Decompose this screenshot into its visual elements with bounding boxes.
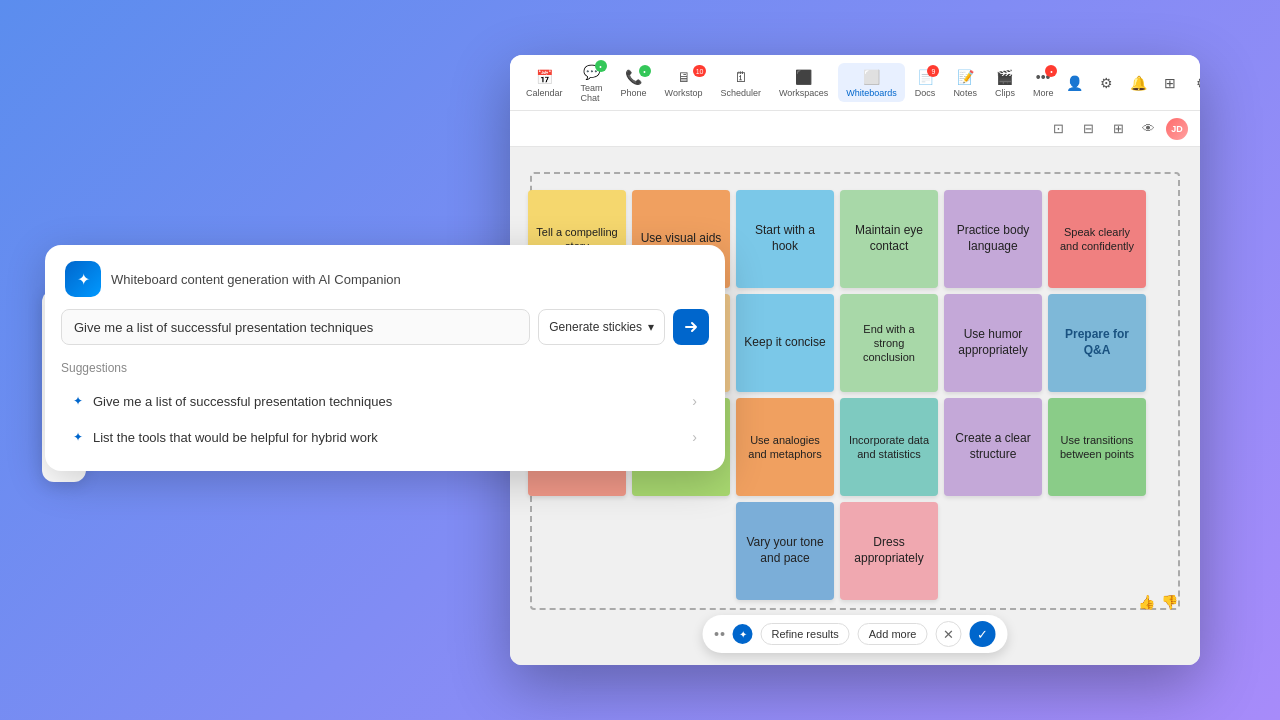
bell-icon[interactable]: 🔔 — [1125, 70, 1151, 96]
suggestion-text-2: List the tools that would be helpful for… — [93, 430, 682, 445]
sticky-vary-tone[interactable]: Vary your tone and pace — [736, 502, 834, 600]
whiteboards-icon: ⬜ — [862, 67, 882, 87]
search-icon[interactable]: 👤 — [1061, 70, 1087, 96]
sticky-transitions[interactable]: Use transitions between points — [1048, 398, 1146, 496]
sticky-use-humor[interactable]: Use humor appropriately — [944, 294, 1042, 392]
nav-right: 👤 ⚙ 🔔 ⊞ ⚙ JD Share — [1061, 70, 1200, 96]
suggestions-label: Suggestions — [61, 361, 709, 375]
settings-icon[interactable]: ⚙ — [1093, 70, 1119, 96]
nav-label-workshop: Workstop — [665, 88, 703, 98]
nav-label-docs: Docs — [915, 88, 936, 98]
ai-input-row: Generate stickies ▾ — [45, 309, 725, 357]
team-chat-badge: • — [595, 60, 607, 72]
nav-item-clips[interactable]: 🎬 Clips — [987, 63, 1023, 102]
toolbar-frame-icon[interactable]: ⊡ — [1046, 117, 1070, 141]
phone-badge: • — [639, 65, 651, 77]
ai-dropdown-label: Generate stickies — [549, 320, 642, 334]
scheduler-icon: 🗓 — [731, 67, 751, 87]
toolbar-eye-icon[interactable]: 👁 — [1136, 117, 1160, 141]
nav-item-notes[interactable]: 📝 Notes — [945, 63, 985, 102]
suggestion-ai-icon-2: ✦ — [73, 430, 83, 444]
suggestion-arrow-2: › — [692, 429, 697, 445]
suggestion-item-2[interactable]: ✦ List the tools that would be helpful f… — [61, 419, 709, 455]
ai-panel-header: ✦ Whiteboard content generation with AI … — [45, 245, 725, 309]
thumbs-down-icon[interactable]: 👎 — [1161, 594, 1178, 610]
feedback-icons: 👍 👎 — [1138, 594, 1178, 610]
toolbar-split-icon[interactable]: ⊟ — [1076, 117, 1100, 141]
sticky-body-language[interactable]: Practice body language — [944, 190, 1042, 288]
dot-2 — [721, 632, 725, 636]
nav-label-workspaces: Workspaces — [779, 88, 828, 98]
nav-label-whiteboards: Whiteboards — [846, 88, 897, 98]
ai-companion-panel: ✦ Whiteboard content generation with AI … — [45, 245, 725, 471]
add-more-button[interactable]: Add more — [858, 623, 928, 645]
gear-icon[interactable]: ⚙ — [1189, 70, 1200, 96]
sticky-start-hook[interactable]: Start with a hook — [736, 190, 834, 288]
sticky-data-statistics[interactable]: Incorporate data and statistics — [840, 398, 938, 496]
sticky-eye-contact[interactable]: Maintain eye contact — [840, 190, 938, 288]
sticky-strong-conclusion[interactable]: End with a strong conclusion — [840, 294, 938, 392]
suggestion-text-1: Give me a list of successful presentatio… — [93, 394, 682, 409]
notes-icon: 📝 — [955, 67, 975, 87]
toolbar-avatar: JD — [1166, 118, 1188, 140]
sticky-keep-concise[interactable]: Keep it concise — [736, 294, 834, 392]
toolbar-grid-icon[interactable]: ⊞ — [1106, 117, 1130, 141]
chevron-down-icon: ▾ — [648, 320, 654, 334]
ai-text-input[interactable] — [61, 309, 530, 345]
confirm-button[interactable]: ✓ — [969, 621, 995, 647]
nav-label-scheduler: Scheduler — [720, 88, 761, 98]
nav-item-scheduler[interactable]: 🗓 Scheduler — [712, 63, 769, 102]
empty-cell-1 — [528, 502, 626, 600]
nav-item-workspaces[interactable]: ⬛ Workspaces — [771, 63, 836, 102]
cancel-button[interactable]: ✕ — [935, 621, 961, 647]
sticky-clear-structure[interactable]: Create a clear structure — [944, 398, 1042, 496]
empty-cell-2 — [632, 502, 730, 600]
nav-label-notes: Notes — [953, 88, 977, 98]
workspaces-icon: ⬛ — [794, 67, 814, 87]
workshop-badge: 10 — [693, 65, 707, 77]
calendar-icon: 📅 — [534, 67, 554, 87]
grid-icon[interactable]: ⊞ — [1157, 70, 1183, 96]
nav-item-calendar[interactable]: 📅 Calendar — [518, 63, 571, 102]
refine-button[interactable]: Refine results — [761, 623, 850, 645]
clips-icon: 🎬 — [995, 67, 1015, 87]
suggestion-ai-icon-1: ✦ — [73, 394, 83, 408]
sticky-dress[interactable]: Dress appropriately — [840, 502, 938, 600]
nav-label-team-chat: Team Chat — [581, 83, 603, 103]
ai-send-button[interactable] — [673, 309, 709, 345]
nav-item-workshop[interactable]: 🖥 Workstop 10 — [657, 63, 711, 102]
workshop-icon: 🖥 — [674, 67, 694, 87]
ai-icon-bottom: ✦ — [733, 624, 753, 644]
suggestions-section: Suggestions ✦ Give me a list of successf… — [45, 357, 725, 471]
nav-item-team-chat[interactable]: 💬 Team Chat • — [573, 58, 611, 107]
nav-item-docs[interactable]: 📄 Docs 9 — [907, 63, 944, 102]
ai-dropdown[interactable]: Generate stickies ▾ — [538, 309, 665, 345]
nav-items: 📅 Calendar 💬 Team Chat • 📞 Phone • 🖥 Wor… — [518, 58, 1061, 107]
nav-label-calendar: Calendar — [526, 88, 563, 98]
nav-item-whiteboards[interactable]: ⬜ Whiteboards — [838, 63, 905, 102]
top-nav: 📅 Calendar 💬 Team Chat • 📞 Phone • 🖥 Wor… — [510, 55, 1200, 111]
docs-badge: 9 — [927, 65, 939, 77]
ai-logo: ✦ — [65, 261, 101, 297]
dot-1 — [715, 632, 719, 636]
nav-item-phone[interactable]: 📞 Phone • — [613, 63, 655, 102]
bottom-action-bar: ✦ Refine results Add more ✕ ✓ — [703, 615, 1008, 653]
dot-group — [715, 632, 725, 636]
ai-panel-title: Whiteboard content generation with AI Co… — [111, 272, 401, 287]
sticky-prepare-qa[interactable]: Prepare for Q&A — [1048, 294, 1146, 392]
more-badge: • — [1045, 65, 1057, 77]
suggestion-item-1[interactable]: ✦ Give me a list of successful presentat… — [61, 383, 709, 419]
suggestion-arrow-1: › — [692, 393, 697, 409]
toolbar: ⊡ ⊟ ⊞ 👁 JD — [510, 111, 1200, 147]
nav-label-clips: Clips — [995, 88, 1015, 98]
nav-label-phone: Phone — [621, 88, 647, 98]
nav-label-more: More — [1033, 88, 1054, 98]
nav-item-more[interactable]: ••• More • — [1025, 63, 1062, 102]
thumbs-up-icon[interactable]: 👍 — [1138, 594, 1155, 610]
sticky-analogies[interactable]: Use analogies and metaphors — [736, 398, 834, 496]
sticky-speak-clearly[interactable]: Speak clearly and confidently — [1048, 190, 1146, 288]
